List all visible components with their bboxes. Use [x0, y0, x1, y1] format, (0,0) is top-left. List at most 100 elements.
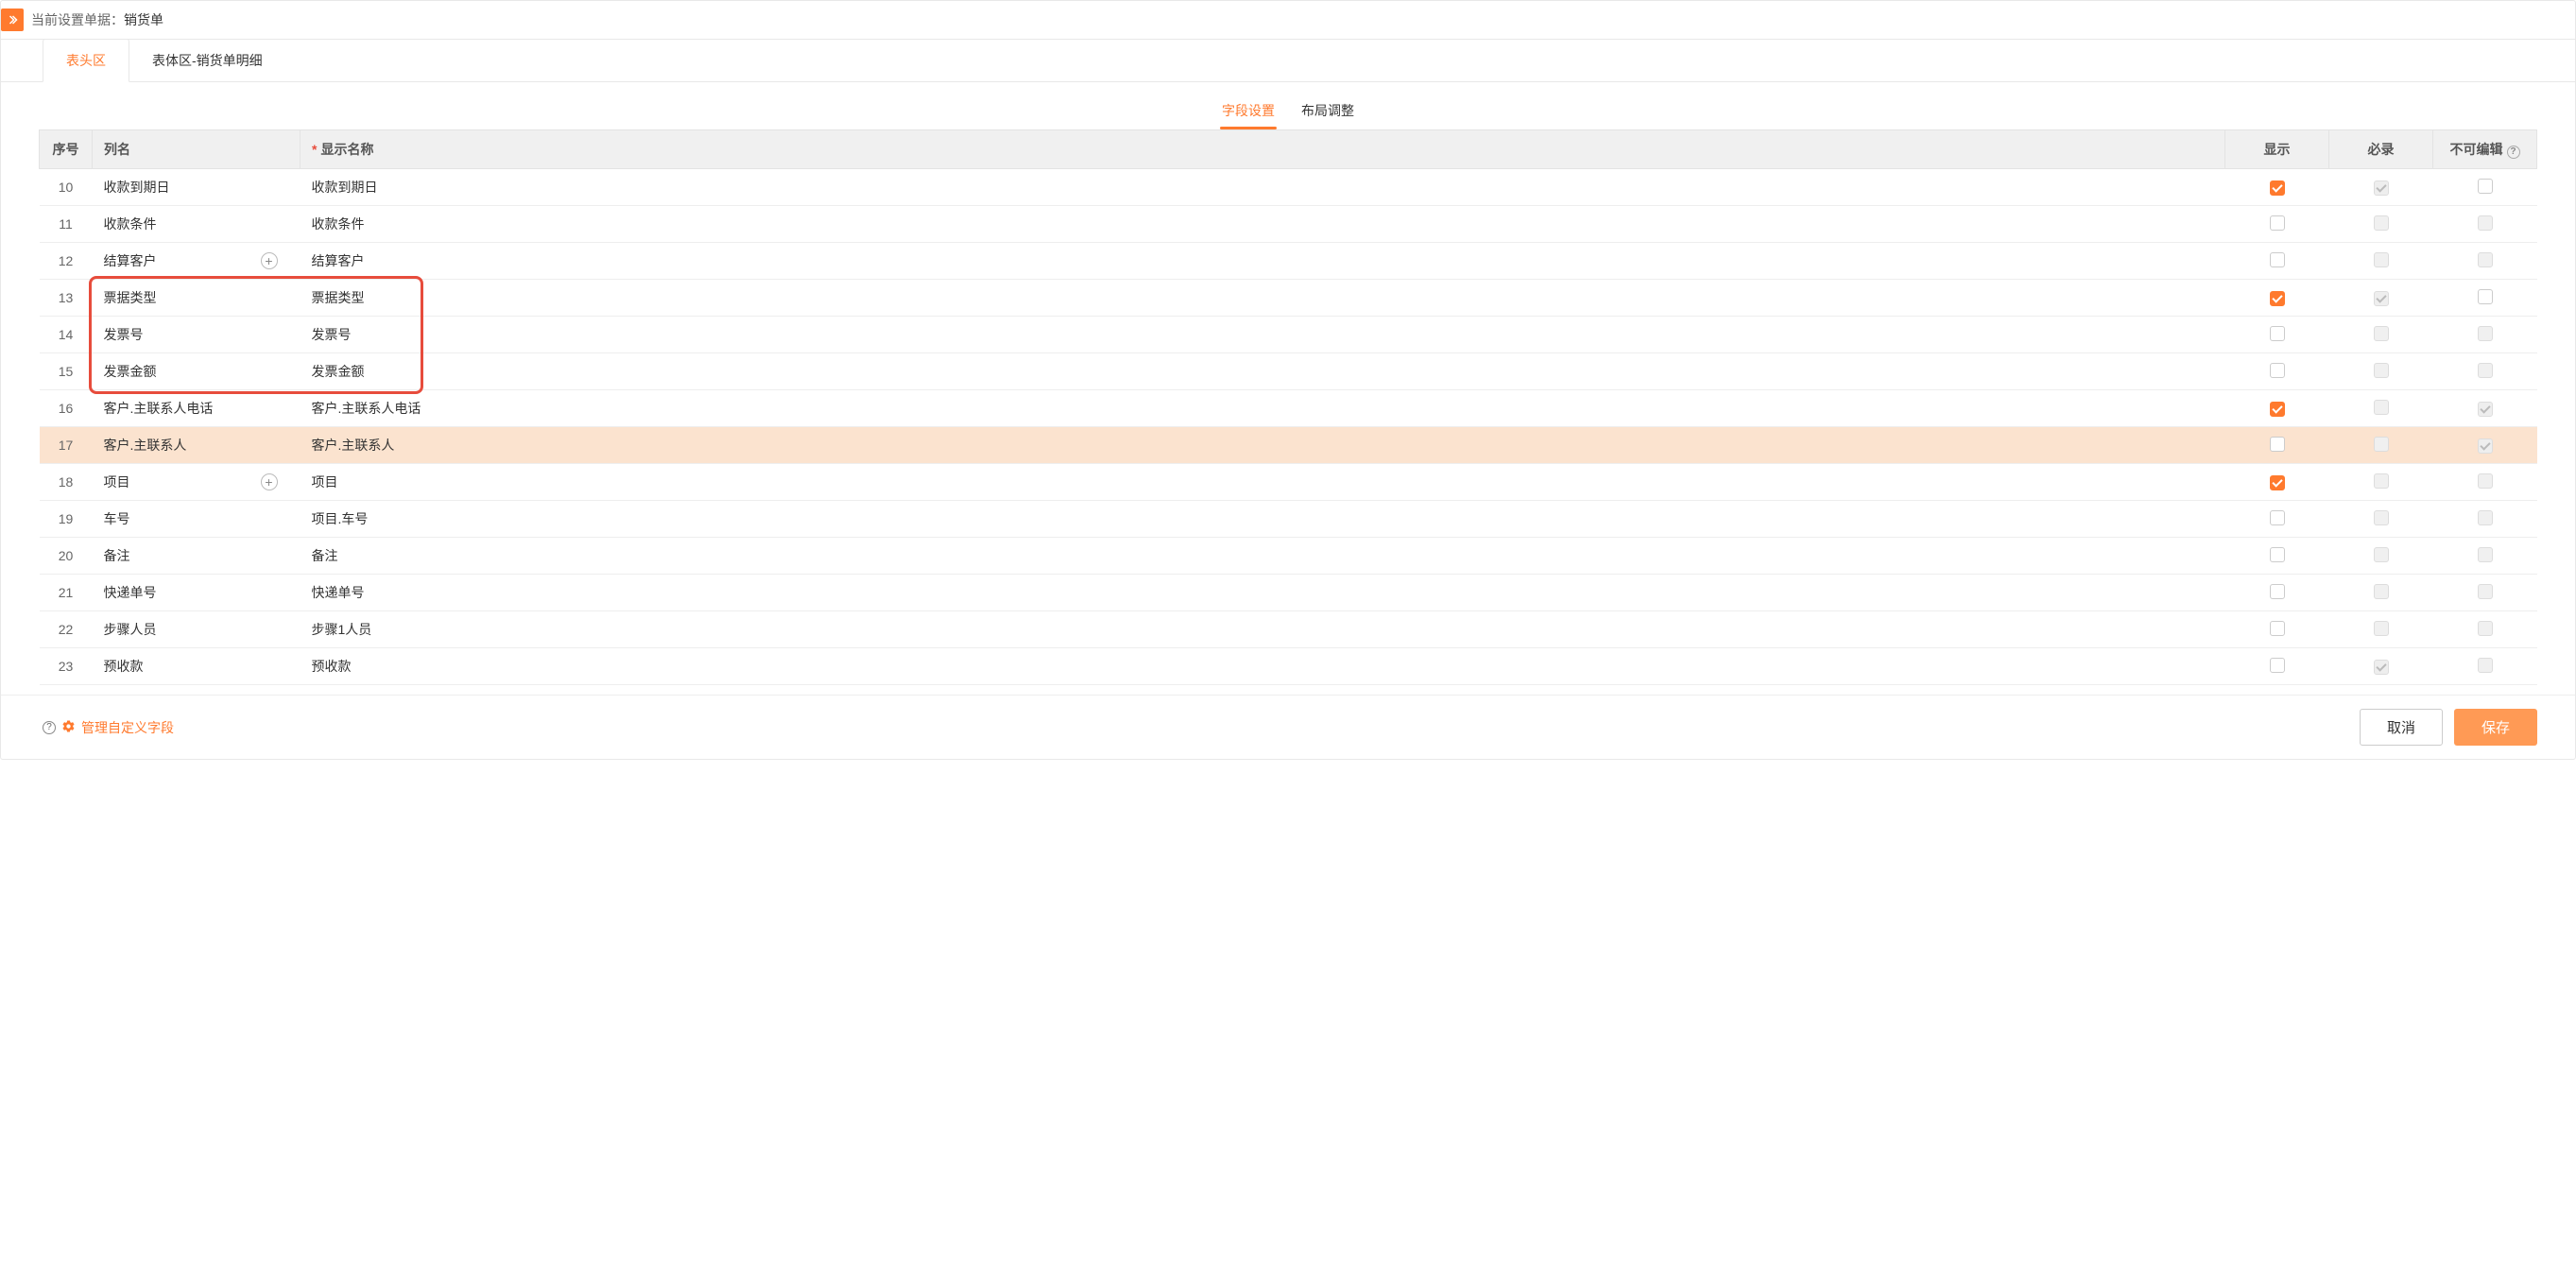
add-icon[interactable]: + — [261, 473, 278, 490]
readonly-checkbox — [2478, 402, 2493, 417]
row-display-name[interactable]: 预收款 — [301, 648, 2225, 685]
table-row: 16客户.主联系人电话客户.主联系人电话 — [40, 390, 2537, 427]
readonly-checkbox[interactable] — [2478, 289, 2493, 304]
row-column-name: 发票金额 — [93, 353, 301, 390]
show-checkbox[interactable] — [2270, 291, 2285, 306]
row-display-name[interactable]: 收款到期日 — [301, 169, 2225, 206]
show-checkbox[interactable] — [2270, 252, 2285, 267]
show-checkbox[interactable] — [2270, 510, 2285, 525]
readonly-checkbox — [2478, 658, 2493, 673]
table-row: 13票据类型票据类型 — [40, 280, 2537, 317]
show-checkbox[interactable] — [2270, 215, 2285, 231]
readonly-checkbox — [2478, 326, 2493, 341]
readonly-checkbox — [2478, 510, 2493, 525]
table-row: 10收款到期日收款到期日 — [40, 169, 2537, 206]
row-index: 17 — [40, 427, 93, 464]
readonly-checkbox — [2478, 363, 2493, 378]
readonly-checkbox — [2478, 215, 2493, 231]
show-checkbox[interactable] — [2270, 326, 2285, 341]
row-display-name[interactable]: 发票金额 — [301, 353, 2225, 390]
required-checkbox — [2374, 473, 2389, 489]
row-display-name[interactable]: 项目 — [301, 464, 2225, 501]
manage-custom-fields-link[interactable]: 管理自定义字段 — [81, 718, 174, 737]
row-column-name: 收款到期日 — [93, 169, 301, 206]
row-column-name: 步骤人员 — [93, 611, 301, 648]
add-icon[interactable]: + — [261, 252, 278, 269]
row-display-name[interactable]: 结算客户 — [301, 243, 2225, 280]
table-row: 20备注备注 — [40, 538, 2537, 575]
row-display-name[interactable]: 客户.主联系人 — [301, 427, 2225, 464]
table-row: 15发票金额发票金额 — [40, 353, 2537, 390]
show-checkbox[interactable] — [2270, 180, 2285, 196]
col-show-header: 显示 — [2225, 130, 2329, 169]
row-column-name: 快递单号 — [93, 575, 301, 611]
required-checkbox — [2374, 252, 2389, 267]
table-row: 17客户.主联系人客户.主联系人 — [40, 427, 2537, 464]
required-checkbox — [2374, 363, 2389, 378]
row-index: 11 — [40, 206, 93, 243]
required-star-icon: * — [312, 142, 317, 157]
row-column-name: 备注 — [93, 538, 301, 575]
required-checkbox — [2374, 621, 2389, 636]
required-checkbox — [2374, 510, 2389, 525]
main-tab[interactable]: 表头区 — [43, 39, 129, 82]
table-row: 22步骤人员步骤1人员 — [40, 611, 2537, 648]
config-panel: 当前设置单据： 销货单 表头区表体区-销货单明细 字段设置布局调整 序号 列名 … — [0, 0, 2576, 760]
row-display-name[interactable]: 票据类型 — [301, 280, 2225, 317]
table-row: 11收款条件收款条件 — [40, 206, 2537, 243]
table-row: 19车号项目.车号 — [40, 501, 2537, 538]
row-display-name[interactable]: 步骤1人员 — [301, 611, 2225, 648]
table-row: 21快递单号快递单号 — [40, 575, 2537, 611]
row-index: 13 — [40, 280, 93, 317]
show-checkbox[interactable] — [2270, 437, 2285, 452]
show-checkbox[interactable] — [2270, 658, 2285, 673]
expand-toggle-button[interactable] — [1, 9, 24, 31]
required-checkbox — [2374, 547, 2389, 562]
sub-tab[interactable]: 字段设置 — [1220, 95, 1277, 129]
required-checkbox — [2374, 326, 2389, 341]
header-label: 当前设置单据： — [31, 10, 124, 29]
row-column-name: 项目+ — [93, 464, 301, 501]
readonly-checkbox — [2478, 584, 2493, 599]
show-checkbox[interactable] — [2270, 402, 2285, 417]
table-row: 12结算客户+结算客户 — [40, 243, 2537, 280]
row-column-name: 发票号 — [93, 317, 301, 353]
header-bar: 当前设置单据： 销货单 — [1, 1, 2575, 40]
show-checkbox[interactable] — [2270, 547, 2285, 562]
row-display-name[interactable]: 收款条件 — [301, 206, 2225, 243]
show-checkbox[interactable] — [2270, 475, 2285, 490]
readonly-checkbox — [2478, 473, 2493, 489]
show-checkbox[interactable] — [2270, 621, 2285, 636]
field-table: 序号 列名 *显示名称 显示 必录 不可编辑? 10收款到期日收款到期日11收款… — [39, 129, 2537, 685]
row-index: 23 — [40, 648, 93, 685]
sub-tab[interactable]: 布局调整 — [1299, 95, 1356, 129]
required-checkbox — [2374, 215, 2389, 231]
show-checkbox[interactable] — [2270, 363, 2285, 378]
save-button[interactable]: 保存 — [2454, 709, 2537, 746]
sub-tabs: 字段设置布局调整 — [1, 82, 2575, 129]
row-display-name[interactable]: 快递单号 — [301, 575, 2225, 611]
row-display-name[interactable]: 备注 — [301, 538, 2225, 575]
required-checkbox — [2374, 437, 2389, 452]
required-checkbox — [2374, 400, 2389, 415]
cancel-button[interactable]: 取消 — [2360, 709, 2443, 746]
help-icon[interactable]: ? — [2507, 146, 2520, 159]
row-display-name[interactable]: 项目.车号 — [301, 501, 2225, 538]
col-name-header: 列名 — [93, 130, 301, 169]
show-checkbox[interactable] — [2270, 584, 2285, 599]
row-index: 12 — [40, 243, 93, 280]
help-icon[interactable]: ? — [43, 721, 56, 734]
table-row: 14发票号发票号 — [40, 317, 2537, 353]
row-display-name[interactable]: 发票号 — [301, 317, 2225, 353]
col-readonly-header: 不可编辑? — [2433, 130, 2537, 169]
header-value: 销货单 — [124, 10, 163, 29]
row-column-name: 结算客户+ — [93, 243, 301, 280]
row-display-name[interactable]: 客户.主联系人电话 — [301, 390, 2225, 427]
readonly-checkbox — [2478, 621, 2493, 636]
main-tab[interactable]: 表体区-销货单明细 — [129, 40, 285, 81]
readonly-checkbox — [2478, 547, 2493, 562]
row-index: 15 — [40, 353, 93, 390]
row-index: 14 — [40, 317, 93, 353]
readonly-checkbox[interactable] — [2478, 179, 2493, 194]
readonly-checkbox — [2478, 438, 2493, 454]
